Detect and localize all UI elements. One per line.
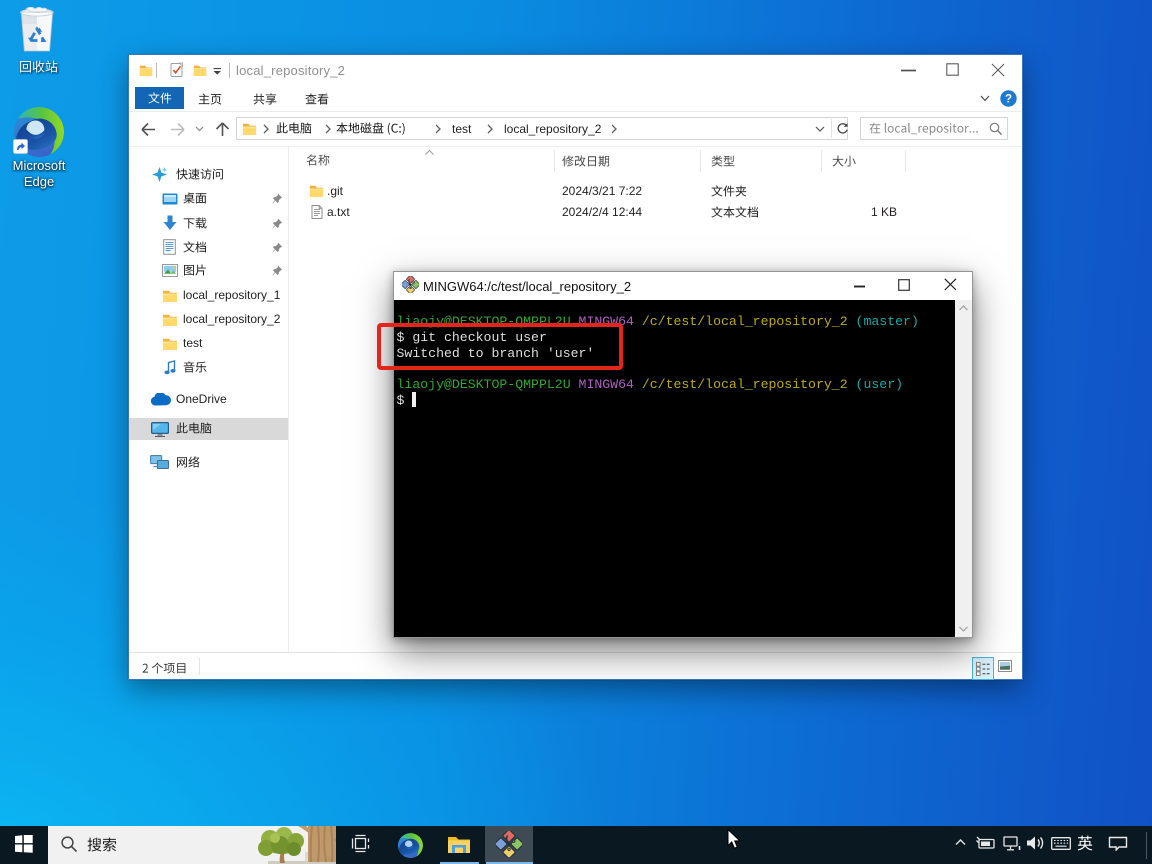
svg-text:?: ?	[1005, 94, 1012, 106]
